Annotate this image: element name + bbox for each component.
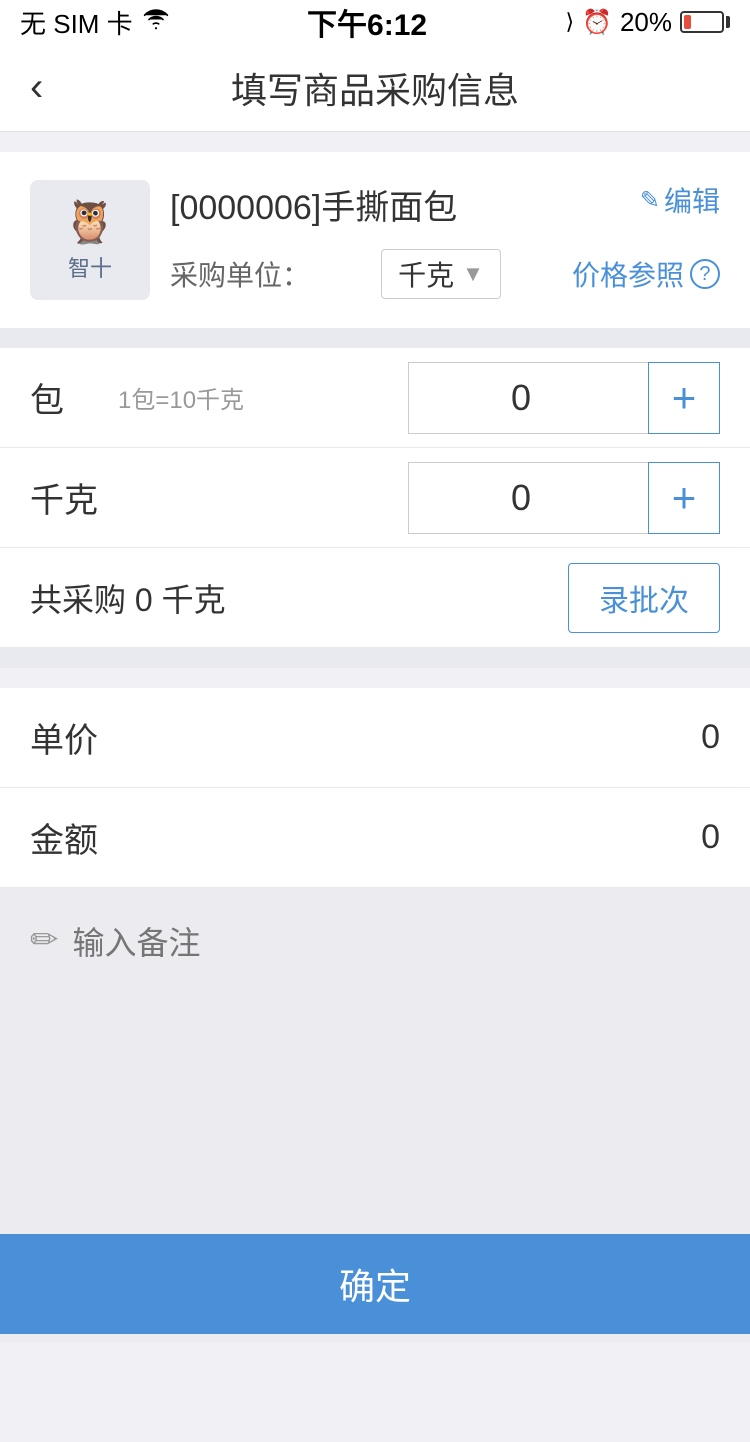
carrier-label: 无 SIM 卡 bbox=[20, 4, 133, 41]
batch-button[interactable]: 录批次 bbox=[568, 563, 720, 633]
section-divider-1 bbox=[0, 328, 750, 348]
back-button[interactable]: ‹ bbox=[30, 65, 43, 110]
battery-icon bbox=[680, 11, 730, 33]
wifi-icon bbox=[143, 6, 169, 39]
product-name: [0000006]手撕面包 bbox=[170, 180, 457, 229]
status-bar: 无 SIM 卡 下午6:12 ⟩ ⏰ 20% bbox=[0, 0, 750, 44]
unit-price-value: 0 bbox=[701, 718, 720, 757]
unit-price-label: 单价 bbox=[30, 713, 98, 762]
bao-row: 包 1包=10千克 + bbox=[0, 348, 750, 448]
status-bar-time: 下午6:12 bbox=[307, 0, 427, 44]
edit-button[interactable]: ✎ 编辑 bbox=[640, 180, 720, 220]
unit-value: 千克 bbox=[398, 254, 454, 294]
product-info: [0000006]手撕面包 ✎ 编辑 采购单位： 千克 ▼ 价格参照 ? bbox=[170, 180, 720, 299]
price-ref-info-icon: ? bbox=[690, 259, 720, 289]
unit-price-row: 单价 0 bbox=[0, 688, 750, 788]
unit-select[interactable]: 千克 ▼ bbox=[381, 249, 501, 299]
bao-label: 包 bbox=[30, 373, 110, 422]
nav-bar: ‹ 填写商品采购信息 bbox=[0, 44, 750, 132]
remark-icon: ✏ bbox=[30, 920, 59, 960]
status-bar-right: ⟩ ⏰ 20% bbox=[565, 7, 730, 38]
product-thumb-label: 智十 bbox=[68, 251, 112, 283]
info-section: 单价 0 金额 0 bbox=[0, 688, 750, 888]
amount-row: 金额 0 bbox=[0, 788, 750, 888]
price-ref-button[interactable]: 价格参照 ? bbox=[572, 254, 720, 294]
confirm-button[interactable]: 确定 bbox=[0, 1234, 750, 1334]
kg-plus-button[interactable]: + bbox=[648, 462, 720, 534]
kg-input[interactable] bbox=[408, 462, 648, 534]
confirm-button-label: 确定 bbox=[339, 1258, 411, 1310]
product-card: 🦉 智十 [0000006]手撕面包 ✎ 编辑 采购单位： 千克 ▼ 价格参照 bbox=[0, 152, 750, 328]
alarm-icon: ⏰ bbox=[582, 8, 612, 37]
input-section: 包 1包=10千克 + 千克 + 共采购 0 千克 录批次 bbox=[0, 348, 750, 648]
status-bar-left: 无 SIM 卡 bbox=[20, 4, 169, 41]
summary-text: 共采购 0 千克 bbox=[30, 575, 226, 621]
bao-input[interactable] bbox=[408, 362, 648, 434]
location-icon: ⟩ bbox=[565, 9, 574, 35]
bao-input-control: + bbox=[408, 362, 720, 434]
battery-percent: 20% bbox=[620, 7, 672, 38]
edit-icon: ✎ bbox=[640, 186, 660, 215]
amount-value: 0 bbox=[701, 818, 720, 857]
bao-sub-label: 1包=10千克 bbox=[118, 380, 408, 415]
kg-row: 千克 + bbox=[0, 448, 750, 548]
unit-label-text: 采购单位： bbox=[170, 254, 310, 294]
page-title: 填写商品采购信息 bbox=[231, 62, 519, 114]
bao-plus-button[interactable]: + bbox=[648, 362, 720, 434]
chevron-down-icon: ▼ bbox=[462, 261, 484, 287]
remark-input[interactable] bbox=[73, 918, 721, 992]
remark-section: ✏ bbox=[0, 888, 750, 1022]
product-thumb-icon: 🦉 bbox=[64, 198, 116, 247]
price-ref-label: 价格参照 bbox=[572, 254, 684, 294]
amount-label: 金额 bbox=[30, 813, 98, 862]
kg-input-control: + bbox=[408, 462, 720, 534]
product-thumbnail: 🦉 智十 bbox=[30, 180, 150, 300]
kg-label: 千克 bbox=[30, 473, 110, 522]
summary-row: 共采购 0 千克 录批次 bbox=[0, 548, 750, 648]
section-divider-2 bbox=[0, 648, 750, 668]
